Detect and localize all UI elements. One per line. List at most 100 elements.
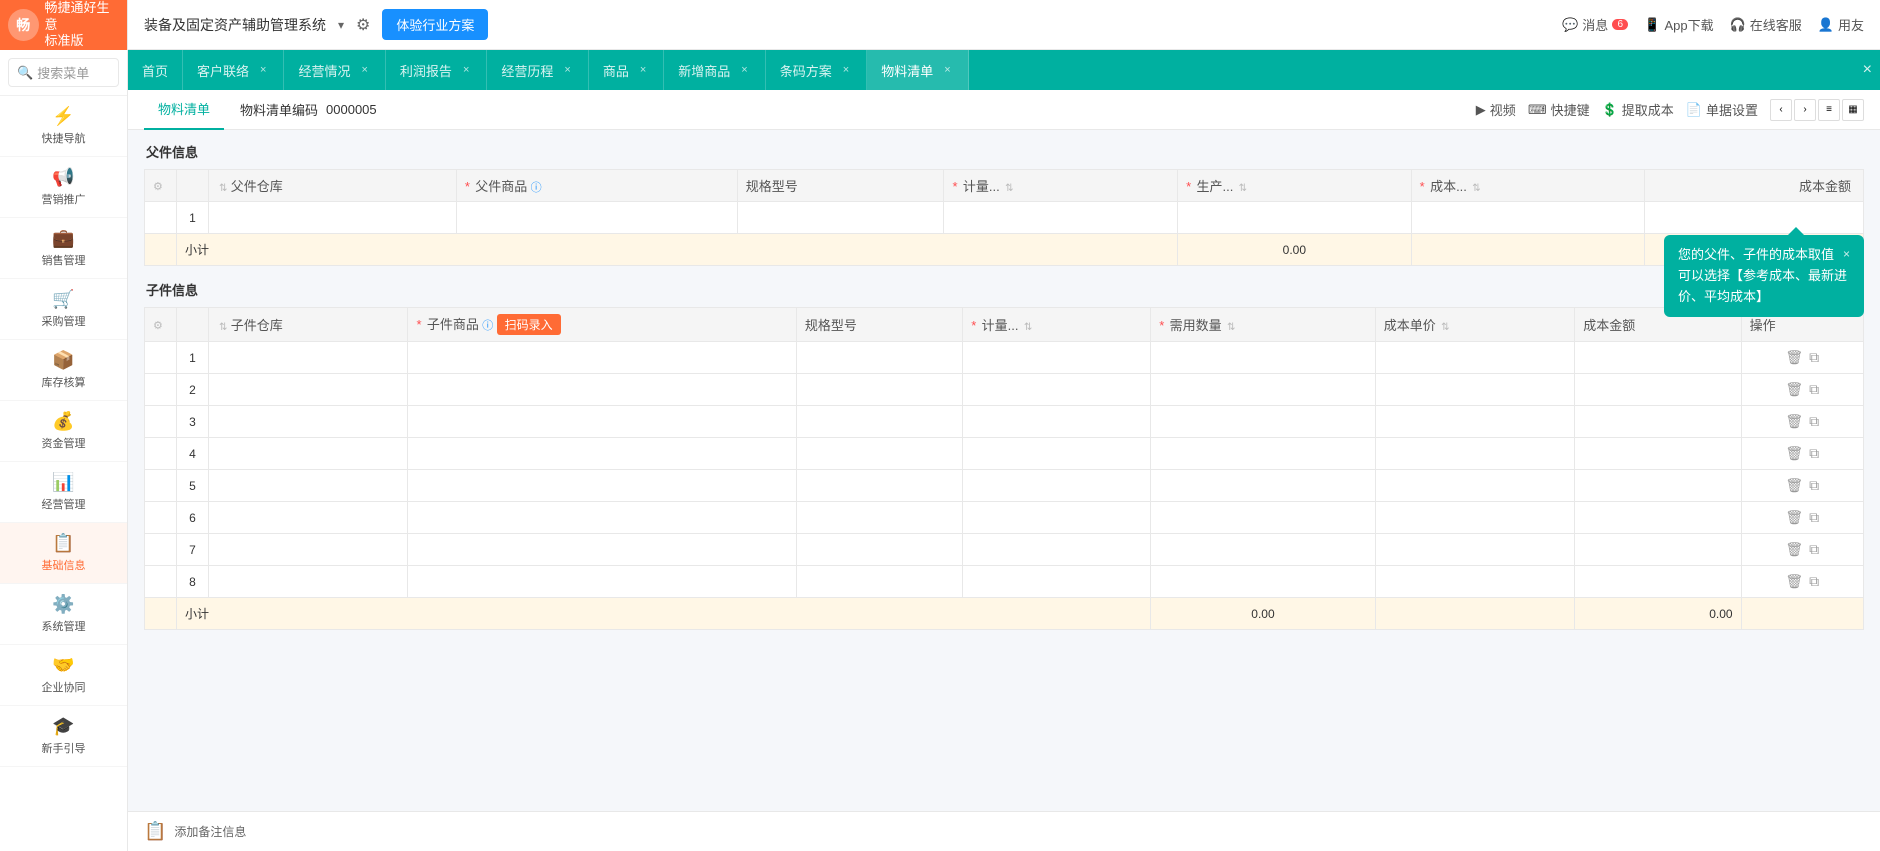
tab-bom[interactable]: 物料清单 × [867, 50, 968, 90]
system-dropdown-button[interactable]: ▾ [338, 18, 344, 32]
tooltip-close-button[interactable]: × [1843, 245, 1850, 264]
child-row2-unit[interactable] [963, 374, 1151, 406]
child-row1-ucost[interactable] [1375, 342, 1574, 374]
unit-sort-icon[interactable]: ⇅ [1005, 183, 1013, 194]
child-row7-spec[interactable] [796, 534, 962, 566]
child-row2-warehouse[interactable] [209, 374, 408, 406]
child-row1-warehouse[interactable] [209, 342, 408, 374]
child-row4-warehouse[interactable] [209, 438, 408, 470]
delete-row8-button[interactable]: 🗑 [1785, 573, 1803, 590]
delete-row4-button[interactable]: 🗑 [1785, 445, 1803, 462]
child-row8-product[interactable] [408, 566, 796, 598]
child-row3-spec[interactable] [796, 406, 962, 438]
child-row5-ucost[interactable] [1375, 470, 1574, 502]
copy-row6-button[interactable]: ⧉ [1809, 509, 1819, 526]
child-row5-qty[interactable] [1151, 470, 1376, 502]
sidebar-item-operations[interactable]: 📊 经营管理 [0, 462, 127, 523]
copy-row5-button[interactable]: ⧉ [1809, 477, 1819, 494]
online-service-button[interactable]: 🎧 在线客服 [1730, 15, 1802, 34]
tab-customer-close[interactable]: × [257, 63, 269, 77]
sidebar-item-enterprise[interactable]: 🤝 企业协同 [0, 645, 127, 706]
child-row6-qty[interactable] [1151, 502, 1376, 534]
sidebar-item-finance[interactable]: 💰 资金管理 [0, 401, 127, 462]
tab-new-product-close[interactable]: × [738, 63, 750, 77]
child-row6-warehouse[interactable] [209, 502, 408, 534]
settings-col-icon[interactable]: ⚙ [153, 181, 163, 193]
tab-history-close[interactable]: × [561, 63, 573, 77]
parent-row-production[interactable] [1178, 202, 1412, 234]
parent-row-cost[interactable] [1411, 202, 1645, 234]
child-ucost-sort-icon[interactable]: ⇅ [1441, 322, 1449, 333]
child-row6-unit[interactable] [963, 502, 1151, 534]
child-row1-product[interactable] [408, 342, 796, 374]
sidebar-item-system[interactable]: ⚙️ 系统管理 [0, 584, 127, 645]
child-row7-qty[interactable] [1151, 534, 1376, 566]
child-row8-spec[interactable] [796, 566, 962, 598]
delete-row5-button[interactable]: 🗑 [1785, 477, 1803, 494]
grid-view-button[interactable]: ▦ [1842, 99, 1864, 121]
tab-product[interactable]: 商品 × [589, 50, 664, 90]
tab-home[interactable]: 首页 [128, 50, 183, 90]
tab-barcode[interactable]: 条码方案 × [766, 50, 867, 90]
tab-history[interactable]: 经营历程 × [487, 50, 588, 90]
child-row1-spec[interactable] [796, 342, 962, 374]
parent-row-spec[interactable] [737, 202, 944, 234]
child-row6-spec[interactable] [796, 502, 962, 534]
child-row7-unit[interactable] [963, 534, 1151, 566]
child-wh-sort-icon[interactable]: ⇅ [219, 322, 227, 333]
sidebar-item-quick[interactable]: ⚡ 快捷导航 [0, 96, 127, 157]
child-row8-qty[interactable] [1151, 566, 1376, 598]
setting-button[interactable]: 📄 单据设置 [1686, 100, 1758, 119]
child-row2-qty[interactable] [1151, 374, 1376, 406]
copy-row8-button[interactable]: ⧉ [1809, 573, 1819, 590]
child-row5-unit[interactable] [963, 470, 1151, 502]
child-row5-warehouse[interactable] [209, 470, 408, 502]
sidebar-item-basic[interactable]: 📋 基础信息 [0, 523, 127, 584]
child-row4-spec[interactable] [796, 438, 962, 470]
delete-row1-button[interactable]: 🗑 [1785, 349, 1803, 366]
tab-product-close[interactable]: × [637, 63, 649, 77]
child-product-help-icon[interactable]: ⓘ [482, 320, 493, 332]
child-row6-product[interactable] [408, 502, 796, 534]
sidebar-item-guide[interactable]: 🎓 新手引导 [0, 706, 127, 767]
child-row7-product[interactable] [408, 534, 796, 566]
child-row8-warehouse[interactable] [209, 566, 408, 598]
th-sort-icon[interactable]: ⇅ [219, 183, 227, 194]
copy-row1-button[interactable]: ⧉ [1809, 349, 1819, 366]
child-row5-spec[interactable] [796, 470, 962, 502]
scan-input-button[interactable]: 扫码录入 [497, 314, 561, 335]
search-menu-button[interactable]: 🔍 搜索菜单 [8, 58, 119, 87]
sidebar-item-purchase[interactable]: 🛒 采购管理 [0, 279, 127, 340]
child-row3-ucost[interactable] [1375, 406, 1574, 438]
copy-row7-button[interactable]: ⧉ [1809, 541, 1819, 558]
app-download-button[interactable]: 📱 App下载 [1644, 15, 1713, 34]
child-row7-warehouse[interactable] [209, 534, 408, 566]
tab-profit[interactable]: 利润报告 × [386, 50, 487, 90]
parent-row-unit[interactable] [944, 202, 1178, 234]
prev-button[interactable]: ‹ [1770, 99, 1792, 121]
copy-row4-button[interactable]: ⧉ [1809, 445, 1819, 462]
child-row3-unit[interactable] [963, 406, 1151, 438]
child-row8-ucost[interactable] [1375, 566, 1574, 598]
sidebar-item-inventory[interactable]: 📦 库存核算 [0, 340, 127, 401]
child-row2-ucost[interactable] [1375, 374, 1574, 406]
delete-row2-button[interactable]: 🗑 [1785, 381, 1803, 398]
list-view-button[interactable]: ≡ [1818, 99, 1840, 121]
cost-button[interactable]: 💲 提取成本 [1602, 100, 1674, 119]
cost-sort-icon[interactable]: ⇅ [1472, 183, 1480, 194]
child-row1-qty[interactable] [1151, 342, 1376, 374]
child-row2-product[interactable] [408, 374, 796, 406]
child-row7-ucost[interactable] [1375, 534, 1574, 566]
child-row6-ucost[interactable] [1375, 502, 1574, 534]
tab-profit-close[interactable]: × [460, 63, 472, 77]
tab-bom-close[interactable]: × [941, 63, 953, 77]
tab-customer[interactable]: 客户联络 × [183, 50, 284, 90]
delete-row3-button[interactable]: 🗑 [1785, 413, 1803, 430]
delete-row7-button[interactable]: 🗑 [1785, 541, 1803, 558]
tab-operations-close[interactable]: × [358, 63, 370, 77]
child-row4-ucost[interactable] [1375, 438, 1574, 470]
child-row4-qty[interactable] [1151, 438, 1376, 470]
tab-new-product[interactable]: 新增商品 × [664, 50, 765, 90]
child-settings-col-icon[interactable]: ⚙ [153, 320, 163, 332]
prod-sort-icon[interactable]: ⇅ [1239, 183, 1247, 194]
